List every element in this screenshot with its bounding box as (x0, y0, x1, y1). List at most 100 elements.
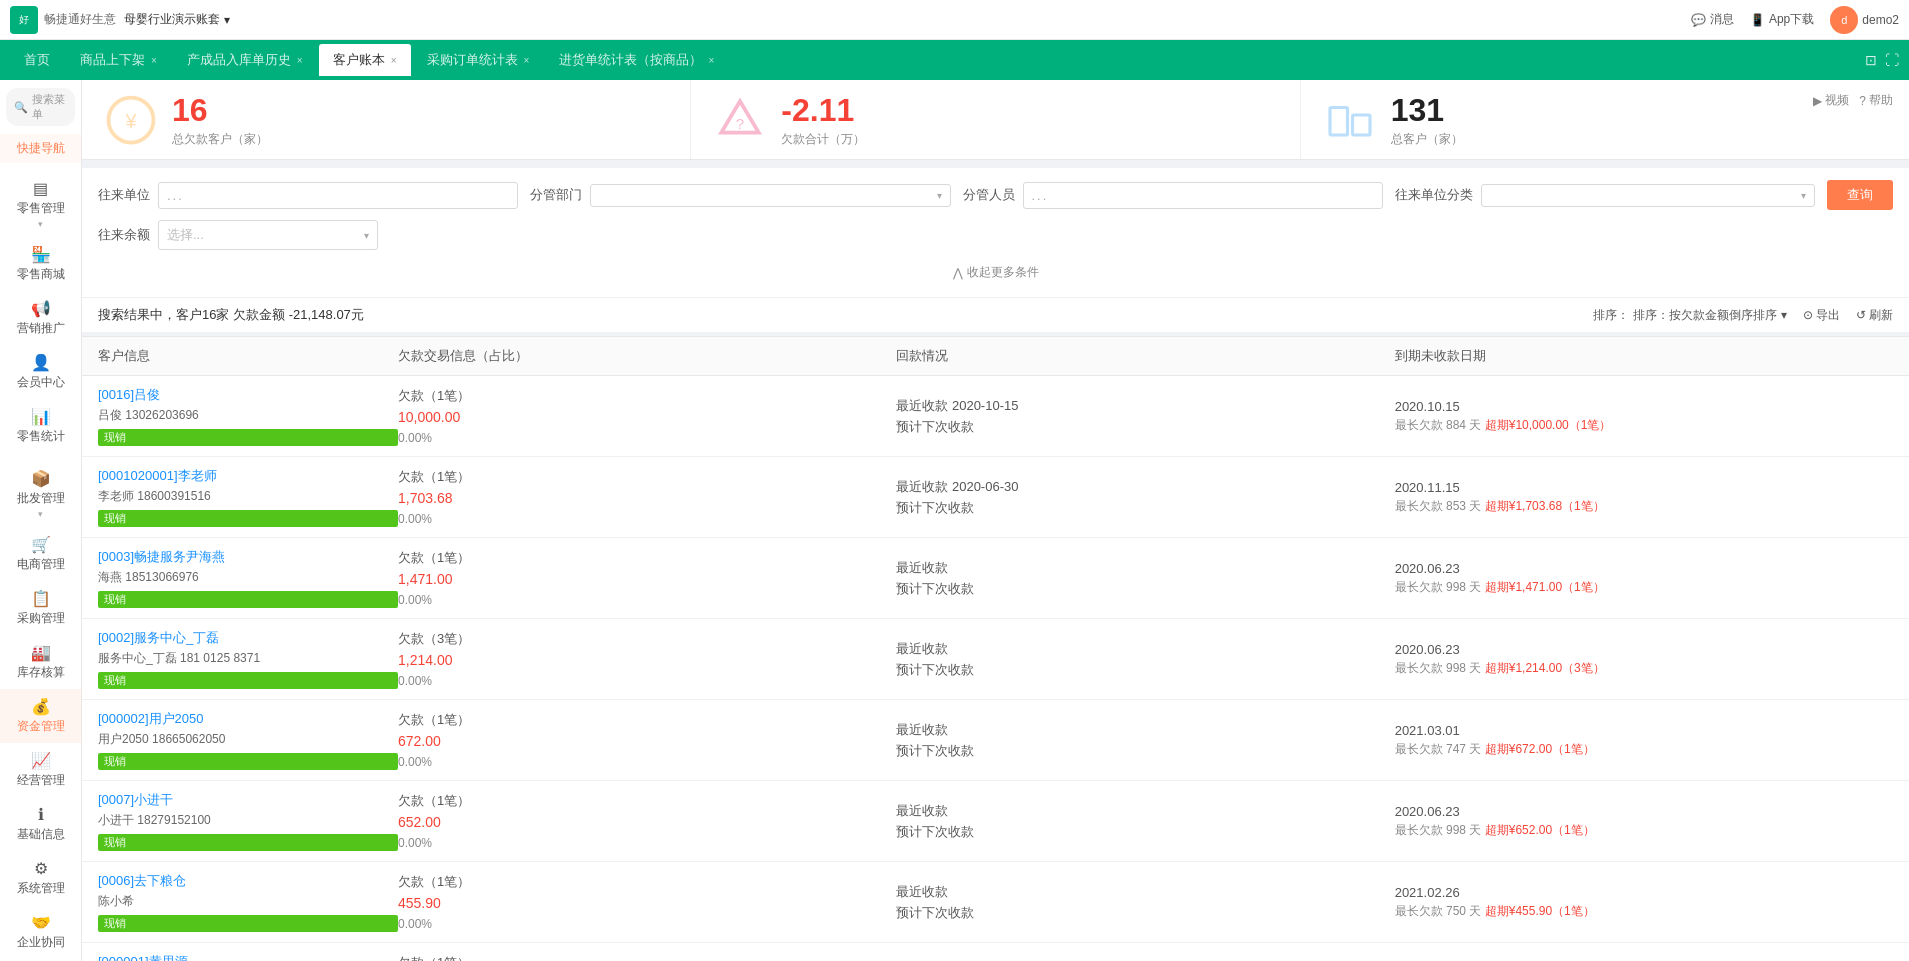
sort-label: 排序：按欠款金额倒序排序 (1633, 307, 1777, 324)
tab-close-icon[interactable]: × (524, 55, 530, 66)
customer-name-link-6[interactable]: [0006]去下粮仓 (98, 872, 398, 890)
next-collection-6: 预计下次收款 (896, 904, 1394, 922)
restore-window-icon[interactable]: ⊡ (1865, 52, 1877, 68)
user-action[interactable]: d demo2 (1830, 6, 1899, 34)
menu-search-box[interactable]: 🔍 搜索菜单 (6, 88, 75, 126)
debt-info-2: 欠款（1笔） 1,471.00 0.00% (398, 549, 896, 607)
tab-close-icon[interactable]: × (391, 55, 397, 66)
overdue-days-text-0: 最长欠款 884 天 (1395, 418, 1482, 432)
dots-icon: ... (167, 188, 184, 203)
maximize-window-icon[interactable]: ⛶ (1885, 52, 1899, 68)
sidebar-item-operations[interactable]: 📈 经营管理 (0, 743, 81, 797)
sidebar-item-label: 库存核算 (17, 664, 65, 681)
overdue-link-6[interactable]: 超期¥455.90（1笔） (1485, 904, 1595, 918)
debt-count-3: 欠款（3笔） (398, 630, 896, 648)
sidebar-item-purchase[interactable]: 📋 采购管理 (0, 581, 81, 635)
due-date-6: 2021.02.26 (1395, 885, 1893, 900)
filter-area: 往来单位 ... 分管部门 ▾ 分管人员 ... (82, 168, 1909, 297)
table-header: 客户信息 欠款交易信息（占比） 回款情况 到期未收款日期 (82, 336, 1909, 376)
customer-name-link-0[interactable]: [0016]吕俊 (98, 386, 398, 404)
company-selector[interactable]: 母婴行业演示账套 ▾ (124, 11, 230, 28)
overdue-link-2[interactable]: 超期¥1,471.00（1笔） (1485, 580, 1605, 594)
overdue-link-5[interactable]: 超期¥652.00（1笔） (1485, 823, 1595, 837)
overdue-link-4[interactable]: 超期¥672.00（1笔） (1485, 742, 1595, 756)
video-btn[interactable]: ▶ 视频 (1813, 92, 1849, 109)
debt-amount-0: 10,000.00 (398, 409, 896, 425)
export-label: 导出 (1816, 307, 1840, 324)
sidebar-item-basic-info[interactable]: ℹ 基础信息 (0, 797, 81, 851)
sidebar-item-retail-stats[interactable]: 📊 零售统计 (0, 399, 81, 453)
debt-info-7: 欠款（1笔） 429.00 0.00% (398, 954, 896, 961)
next-collection-1: 预计下次收款 (896, 499, 1394, 517)
last-collection-1: 最近收款 2020-06-30 (896, 478, 1394, 496)
customer-name-link-4[interactable]: [000002]用户2050 (98, 710, 398, 728)
unit-category-input[interactable]: ▾ (1481, 184, 1815, 207)
tab-purchase-stats[interactable]: 采购订单统计表 × (413, 44, 544, 76)
sidebar-item-corp-collab[interactable]: 🤝 企业协同 (0, 905, 81, 959)
search-button[interactable]: 查询 (1827, 180, 1893, 210)
total-customers-number: 131 (1391, 92, 1463, 129)
message-action[interactable]: 💬 消息 (1691, 11, 1734, 28)
tab-close-icon[interactable]: × (708, 55, 714, 66)
table-row: [0003]畅捷服务尹海燕 海燕 18513066976 现销 欠款（1笔） 1… (82, 538, 1909, 619)
sidebar-item-fast-nav[interactable]: 快捷导航 (0, 134, 81, 163)
dept-input[interactable]: ▾ (590, 184, 950, 207)
manager-input[interactable]: ... (1023, 182, 1383, 209)
app-download-action[interactable]: 📱 App下载 (1750, 11, 1814, 28)
customer-name-link-1[interactable]: [0001020001]李老师 (98, 467, 398, 485)
debt-ratio-3: 0.00% (398, 674, 896, 688)
last-collection-4: 最近收款 (896, 721, 1394, 739)
overdue-link-0[interactable]: 超期¥10,000.00（1笔） (1485, 418, 1612, 432)
tab-customer-account[interactable]: 客户账本 × (319, 44, 411, 76)
sidebar-item-inventory[interactable]: 🏭 库存核算 (0, 635, 81, 689)
last-collection-3: 最近收款 (896, 640, 1394, 658)
sidebar-item-finance[interactable]: 💰 资金管理 (0, 689, 81, 743)
wholesale-icon: 📦 (31, 469, 51, 488)
customer-name-link-5[interactable]: [0007]小进干 (98, 791, 398, 809)
table-row: [0007]小进干 小进干 18279152100 现销 欠款（1笔） 652.… (82, 781, 1909, 862)
sidebar-item-wholesale[interactable]: 📦 批发管理 ▾ (0, 461, 81, 527)
customer-name-link-2[interactable]: [0003]畅捷服务尹海燕 (98, 548, 398, 566)
customer-phone-5: 小进干 18279152100 (98, 812, 398, 829)
sidebar-item-label: 企业协同 (17, 934, 65, 951)
stat-info-debt-customers: 16 总欠款客户（家） (172, 92, 268, 148)
sort-selector[interactable]: 排序： 排序：按欠款金额倒序排序 ▾ (1593, 307, 1787, 324)
sidebar-item-member[interactable]: 👤 会员中心 (0, 345, 81, 399)
due-info-2: 2020.06.23 最长欠款 998 天 超期¥1,471.00（1笔） (1395, 561, 1893, 596)
help-btn[interactable]: ? 帮助 (1859, 92, 1893, 109)
customer-name-link-3[interactable]: [0002]服务中心_丁磊 (98, 629, 398, 647)
tab-stock-stats[interactable]: 进货单统计表（按商品） × (545, 44, 728, 76)
debt-amount-label: 欠款合计（万） (781, 131, 865, 148)
app-download-label: App下载 (1769, 11, 1814, 28)
sidebar-item-ecommerce[interactable]: 🛒 电商管理 (0, 527, 81, 581)
export-button[interactable]: ⊙ 导出 (1803, 307, 1840, 324)
sidebar-item-system[interactable]: ⚙ 系统管理 (0, 851, 81, 905)
due-date-2: 2020.06.23 (1395, 561, 1893, 576)
member-icon: 👤 (31, 353, 51, 372)
ecommerce-icon: 🛒 (31, 535, 51, 554)
refresh-button[interactable]: ↺ 刷新 (1856, 307, 1893, 324)
sidebar-item-retail-mgmt[interactable]: ▤ 零售管理 ▾ (0, 171, 81, 237)
source-unit-input[interactable]: ... (158, 182, 518, 209)
tab-close-icon[interactable]: × (151, 55, 157, 66)
sidebar-item-label: 批发管理 (17, 490, 65, 507)
sidebar-item-retail-store[interactable]: 🏪 零售商城 (0, 237, 81, 291)
overdue-link-1[interactable]: 超期¥1,703.68（1笔） (1485, 499, 1605, 513)
collapse-button[interactable]: ⋀ 收起更多条件 (98, 260, 1893, 285)
tab-home[interactable]: 首页 (10, 44, 64, 76)
sidebar-item-label: 资金管理 (17, 718, 65, 735)
sidebar-item-label: 零售管理 (17, 200, 65, 217)
overdue-link-3[interactable]: 超期¥1,214.00（3笔） (1485, 661, 1605, 675)
sidebar-item-label: 零售统计 (17, 428, 65, 445)
customer-phone-6: 陈小希 (98, 893, 398, 910)
balance-input[interactable]: 选择... ▾ (158, 220, 378, 250)
video-label: 视频 (1825, 92, 1849, 109)
sidebar-item-marketing[interactable]: 📢 营销推广 (0, 291, 81, 345)
filter-row-1: 往来单位 ... 分管部门 ▾ 分管人员 ... (98, 180, 1893, 210)
tab-product-stock[interactable]: 产成品入库单历史 × (173, 44, 317, 76)
tab-product-listing[interactable]: 商品上下架 × (66, 44, 171, 76)
svg-rect-4 (1352, 115, 1370, 135)
tab-close-icon[interactable]: × (297, 55, 303, 66)
sidebar-search-area[interactable]: 🔍 搜索菜单 (0, 80, 81, 134)
customer-name-link-7[interactable]: [000001]黄思源 (98, 953, 398, 961)
